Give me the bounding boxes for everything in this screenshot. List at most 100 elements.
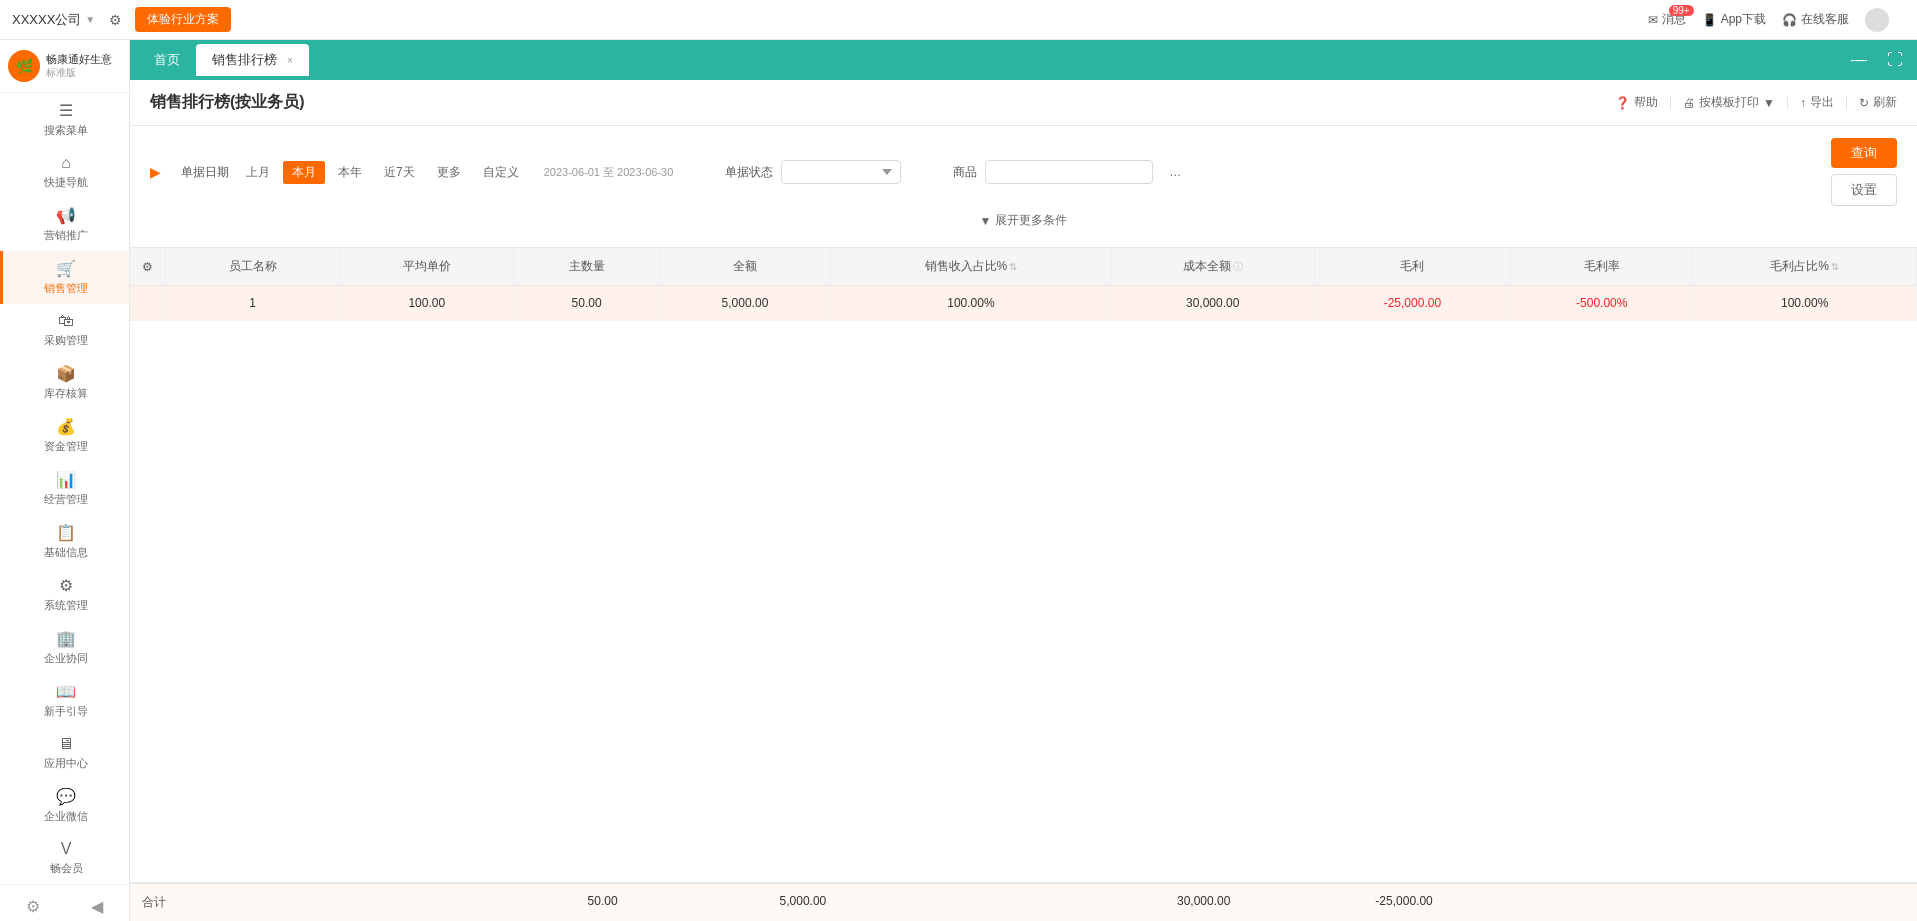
date-tab-this-year[interactable]: 本年 xyxy=(329,161,371,184)
company-selector[interactable]: XXXXX公司 ▼ xyxy=(12,11,95,29)
sidebar-item-search-order[interactable]: ☰ 搜索菜单 xyxy=(0,93,129,146)
print-label: 按模板打印 xyxy=(1699,94,1759,111)
marketing-icon: 📢 xyxy=(56,206,76,225)
date-label: 单据日期 xyxy=(181,164,229,181)
sidebar-item-enterprise[interactable]: 🏢 企业协同 xyxy=(0,621,129,674)
sidebar-label-search: 搜索菜单 xyxy=(44,123,88,138)
apps-icon: 🖥 xyxy=(58,735,74,753)
help-icon: ❓ xyxy=(1615,96,1630,110)
logo-sub: 标准版 xyxy=(46,66,112,80)
sidebar-item-operation[interactable]: 📊 经营管理 xyxy=(0,462,129,515)
search-icon: ☰ xyxy=(59,101,73,120)
help-circle-icon[interactable]: ⓘ xyxy=(1233,261,1243,272)
trial-button[interactable]: 体验行业方案 xyxy=(135,7,231,32)
footer-sales-pct xyxy=(903,894,1103,911)
table-area: ⚙ 员工名称 平均单价 主数量 全额 销售收入占比%⇅ 成本全额ⓘ 毛利 xyxy=(130,248,1917,882)
table-header-row: ⚙ 员工名称 平均单价 主数量 全额 销售收入占比%⇅ 成本全额ⓘ 毛利 xyxy=(130,248,1917,286)
sidebar-label-guide: 新手引导 xyxy=(44,704,88,719)
sidebar-item-basic[interactable]: 📋 基础信息 xyxy=(0,515,129,568)
footer-avg-price xyxy=(302,894,502,911)
table-footer: 合计 50.00 5,000.00 30,000.00 -25,000.00 xyxy=(130,882,1917,921)
col-settings[interactable]: ⚙ xyxy=(130,248,166,286)
cell-profit-pct: 100.00% xyxy=(1693,286,1917,321)
export-label: 导出 xyxy=(1810,94,1834,111)
sidebar-label-basic: 基础信息 xyxy=(44,545,88,560)
settings-button[interactable]: 设置 xyxy=(1831,174,1897,206)
settings-icon[interactable]: ⚙ xyxy=(103,8,127,32)
date-tab-last-month[interactable]: 上月 xyxy=(237,161,279,184)
page-actions: ❓ 帮助 🖨 按模板打印 ▼ ↑ 导出 xyxy=(1615,94,1897,111)
message-icon: ✉ xyxy=(1648,13,1658,27)
cell-avg-price: 100.00 xyxy=(340,286,514,321)
sidebar-collapse-icon[interactable]: ◀ xyxy=(87,893,107,920)
sort-icon: ⇅ xyxy=(1009,261,1017,272)
sidebar-item-marketing[interactable]: 📢 营销推广 xyxy=(0,198,129,251)
chevron-down-icon: ▼ xyxy=(85,14,95,25)
sidebar-item-wechat[interactable]: 💬 企业微信 xyxy=(0,779,129,832)
tab-home[interactable]: 首页 xyxy=(138,44,196,76)
print-button[interactable]: 🖨 按模板打印 ▼ xyxy=(1683,94,1775,111)
online-service-button[interactable]: 🎧 在线客服 xyxy=(1782,11,1849,28)
divider2 xyxy=(1787,96,1788,110)
avatar[interactable] xyxy=(1865,8,1889,32)
date-tab-custom[interactable]: 自定义 xyxy=(474,161,528,184)
sidebar-label-purchase: 采购管理 xyxy=(44,333,88,348)
app-download-button[interactable]: 📱 App下载 xyxy=(1702,11,1766,28)
tab-close-icon[interactable]: × xyxy=(287,55,293,66)
refresh-label: 刷新 xyxy=(1873,94,1897,111)
sidebar: 🌿 畅康通好生意 标准版 ☰ 搜索菜单 ⌂ 快捷导航 📢 营销推广 🛒 销售管理… xyxy=(0,40,130,921)
app-label: App下载 xyxy=(1721,11,1766,28)
sidebar-label-member: 畅会员 xyxy=(50,861,83,876)
expand-conditions-button[interactable]: ▼ 展开更多条件 xyxy=(980,212,1068,229)
col-profit-pct[interactable]: 毛利占比%⇅ xyxy=(1693,248,1917,286)
col-rank: 员工名称 xyxy=(166,248,340,286)
col-sales-pct[interactable]: 销售收入占比%⇅ xyxy=(831,248,1112,286)
status-select[interactable] xyxy=(781,160,901,184)
date-tab-7days[interactable]: 近7天 xyxy=(375,161,424,184)
sidebar-item-quick-nav[interactable]: ⌂ 快捷导航 xyxy=(0,146,129,198)
sort-icon-2: ⇅ xyxy=(1831,261,1839,272)
logo-icon: 🌿 xyxy=(8,50,40,82)
print-icon: 🖨 xyxy=(1683,96,1695,110)
col-amount: 全额 xyxy=(659,248,830,286)
col-cost: 成本全额ⓘ xyxy=(1111,248,1314,286)
sidebar-item-system[interactable]: ⚙ 系统管理 xyxy=(0,568,129,621)
date-tab-this-month[interactable]: 本月 xyxy=(283,161,325,184)
date-tab-more[interactable]: 更多 xyxy=(428,161,470,184)
sidebar-item-apps[interactable]: 🖥 应用中心 xyxy=(0,727,129,779)
query-actions: 查询 设置 xyxy=(1831,138,1897,206)
refresh-button[interactable]: ↻ 刷新 xyxy=(1859,94,1897,111)
divider3 xyxy=(1846,96,1847,110)
sidebar-item-purchase[interactable]: 🛍 采购管理 xyxy=(0,304,129,356)
expand-label: 展开更多条件 xyxy=(995,212,1067,229)
active-tab-label: 销售排行榜 xyxy=(212,51,277,69)
system-icon: ⚙ xyxy=(59,576,73,595)
divider xyxy=(1670,96,1671,110)
guide-icon: 📖 xyxy=(56,682,76,701)
sidebar-item-finance[interactable]: 💰 资金管理 xyxy=(0,409,129,462)
message-badge: 99+ xyxy=(1669,5,1694,16)
sidebar-item-sales[interactable]: 🛒 销售管理 xyxy=(0,251,129,304)
goods-more-icon[interactable]: … xyxy=(1169,165,1181,179)
query-button[interactable]: 查询 xyxy=(1831,138,1897,168)
goods-input[interactable] xyxy=(985,160,1153,184)
tab-sales-ranking[interactable]: 销售排行榜 × xyxy=(196,44,309,76)
header-right: ✉ 消息 99+ 📱 App下载 🎧 在线客服 xyxy=(1648,8,1905,32)
inventory-icon: 📦 xyxy=(56,364,76,383)
cell-profit: -25,000.00 xyxy=(1314,286,1511,321)
sidebar-item-guide[interactable]: 📖 新手引导 xyxy=(0,674,129,727)
sidebar-item-member[interactable]: V 畅会员 xyxy=(0,832,129,884)
tab-maximize-icon[interactable]: ⛶ xyxy=(1881,46,1909,74)
filter-status: 单据状态 xyxy=(725,160,901,184)
tab-minimize-icon[interactable]: — xyxy=(1845,46,1873,74)
cell-amount: 5,000.00 xyxy=(659,286,830,321)
help-button[interactable]: ❓ 帮助 xyxy=(1615,94,1658,111)
message-button[interactable]: ✉ 消息 99+ xyxy=(1648,11,1686,28)
sidebar-item-inventory[interactable]: 📦 库存核算 xyxy=(0,356,129,409)
sidebar-label-inventory: 库存核算 xyxy=(44,386,88,401)
filter-expand-arrow[interactable]: ▶ xyxy=(150,164,161,180)
export-button[interactable]: ↑ 导出 xyxy=(1800,94,1834,111)
logo-area: 🌿 畅康通好生意 标准版 xyxy=(0,40,129,93)
sidebar-settings-icon[interactable]: ⚙ xyxy=(22,893,44,920)
export-icon: ↑ xyxy=(1800,96,1806,110)
